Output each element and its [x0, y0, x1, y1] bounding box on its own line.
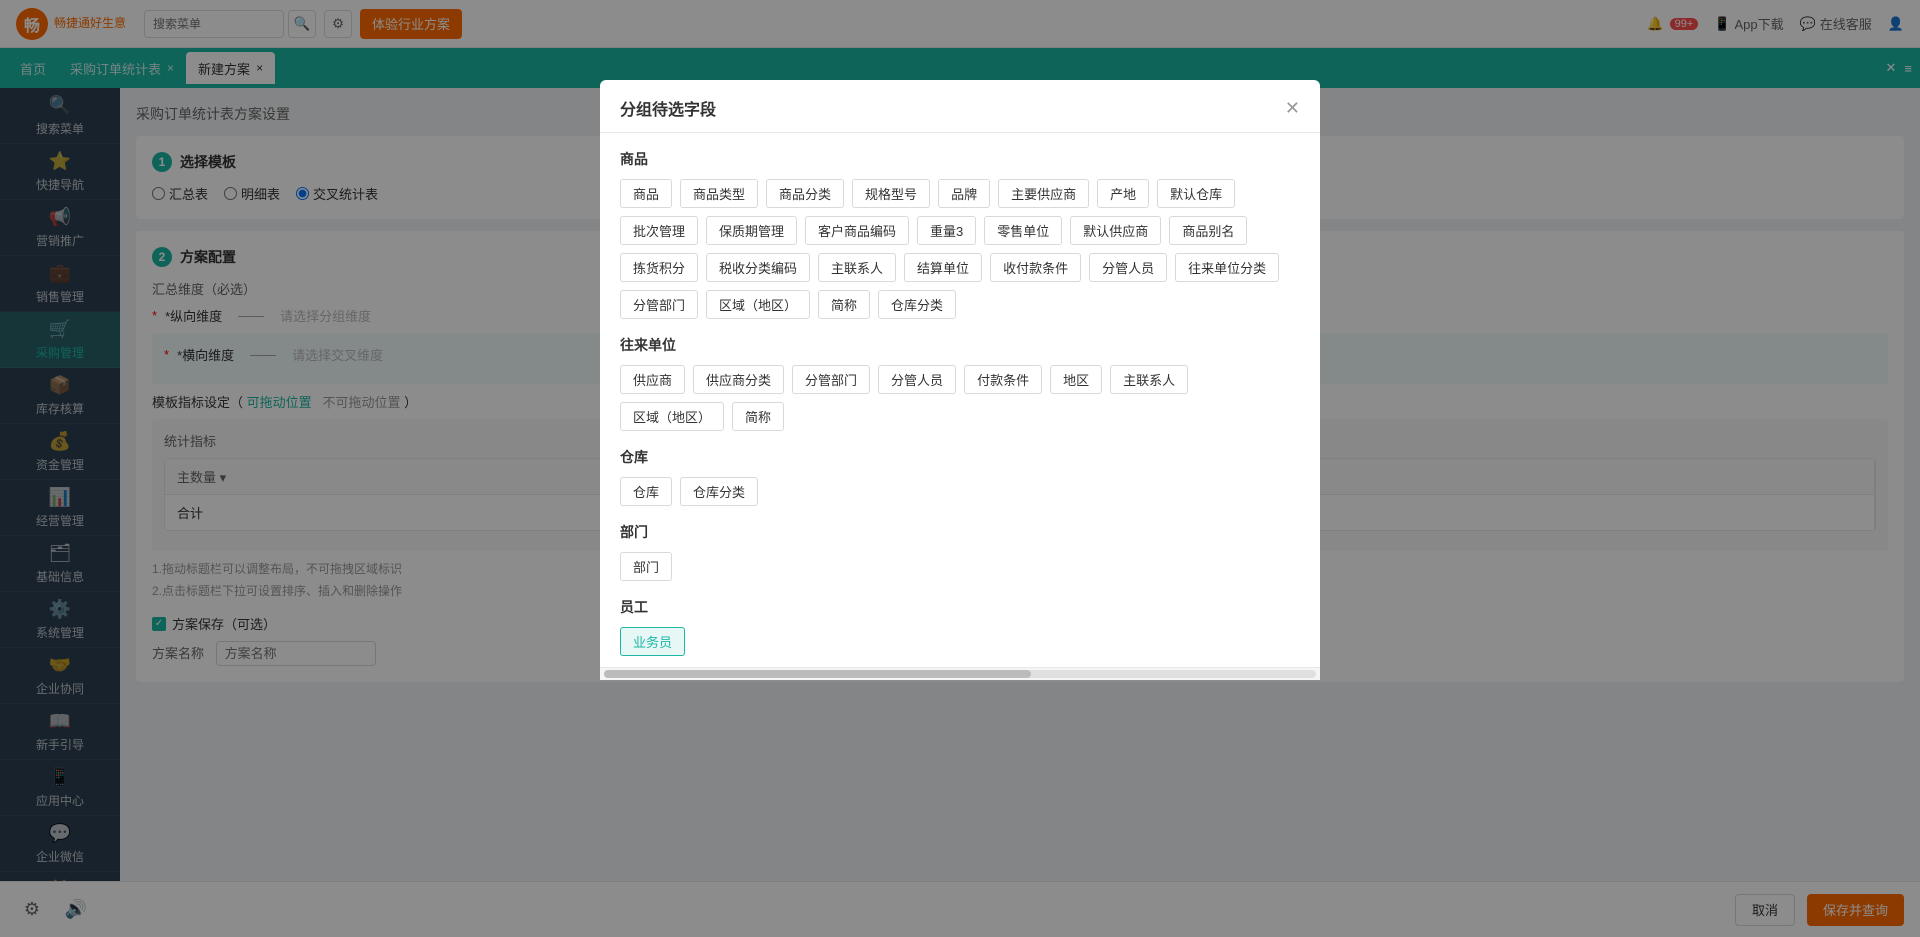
- modal: 分组待选字段 ✕ 商品 商品 商品类型 商品分类 规格型号 品牌 主要供应商 产…: [600, 80, 1320, 680]
- tag-goods-16[interactable]: 税收分类编码: [706, 253, 810, 282]
- section-title-partner: 往来单位: [620, 335, 1300, 355]
- tag-partner-5[interactable]: 地区: [1050, 365, 1102, 394]
- tag-goods-19[interactable]: 收付款条件: [990, 253, 1081, 282]
- tag-employee-0[interactable]: 业务员: [620, 627, 685, 656]
- modal-title: 分组待选字段: [620, 96, 716, 120]
- modal-header: 分组待选字段 ✕: [600, 80, 1320, 133]
- tag-goods-3[interactable]: 规格型号: [852, 179, 930, 208]
- tag-goods-1[interactable]: 商品类型: [680, 179, 758, 208]
- field-tags-goods: 商品 商品类型 商品分类 规格型号 品牌 主要供应商 产地 默认仓库 批次管理 …: [620, 179, 1300, 319]
- tag-goods-8[interactable]: 批次管理: [620, 216, 698, 245]
- tag-goods-12[interactable]: 零售单位: [984, 216, 1062, 245]
- tag-partner-1[interactable]: 供应商分类: [693, 365, 784, 394]
- tag-goods-22[interactable]: 分管部门: [620, 290, 698, 319]
- tag-goods-25[interactable]: 仓库分类: [878, 290, 956, 319]
- tag-partner-4[interactable]: 付款条件: [964, 365, 1042, 394]
- tag-warehouse-0[interactable]: 仓库: [620, 477, 672, 506]
- field-tags-partner: 供应商 供应商分类 分管部门 分管人员 付款条件 地区 主联系人 区域（地区） …: [620, 365, 1300, 431]
- section-title-warehouse: 仓库: [620, 447, 1300, 467]
- field-tags-department: 部门: [620, 552, 1300, 581]
- tag-goods-23[interactable]: 区域（地区）: [706, 290, 810, 319]
- section-title-goods: 商品: [620, 149, 1300, 169]
- tag-goods-18[interactable]: 结算单位: [904, 253, 982, 282]
- modal-body: 商品 商品 商品类型 商品分类 规格型号 品牌 主要供应商 产地 默认仓库 批次…: [600, 133, 1320, 667]
- tag-goods-24[interactable]: 简称: [818, 290, 870, 319]
- hscroll-thumb: [604, 670, 1031, 678]
- tag-partner-7[interactable]: 区域（地区）: [620, 402, 724, 431]
- tag-goods-7[interactable]: 默认仓库: [1157, 179, 1235, 208]
- tag-goods-15[interactable]: 拣货积分: [620, 253, 698, 282]
- modal-close-button[interactable]: ✕: [1285, 98, 1300, 119]
- tag-partner-2[interactable]: 分管部门: [792, 365, 870, 394]
- section-title-department: 部门: [620, 522, 1300, 542]
- tag-goods-20[interactable]: 分管人员: [1089, 253, 1167, 282]
- tag-goods-17[interactable]: 主联系人: [818, 253, 896, 282]
- tag-partner-6[interactable]: 主联系人: [1110, 365, 1188, 394]
- tag-goods-9[interactable]: 保质期管理: [706, 216, 797, 245]
- tag-goods-5[interactable]: 主要供应商: [998, 179, 1089, 208]
- tag-goods-4[interactable]: 品牌: [938, 179, 990, 208]
- tag-goods-6[interactable]: 产地: [1097, 179, 1149, 208]
- field-tags-employee: 业务员: [620, 627, 1300, 656]
- tag-goods-2[interactable]: 商品分类: [766, 179, 844, 208]
- tag-goods-0[interactable]: 商品: [620, 179, 672, 208]
- tag-goods-21[interactable]: 往来单位分类: [1175, 253, 1279, 282]
- section-title-employee: 员工: [620, 597, 1300, 617]
- tag-goods-14[interactable]: 商品别名: [1169, 216, 1247, 245]
- tag-warehouse-1[interactable]: 仓库分类: [680, 477, 758, 506]
- field-tags-warehouse: 仓库 仓库分类: [620, 477, 1300, 506]
- hscroll-track: [604, 670, 1316, 678]
- modal-overlay: 分组待选字段 ✕ 商品 商品 商品类型 商品分类 规格型号 品牌 主要供应商 产…: [0, 0, 1920, 937]
- modal-hscrollbar[interactable]: [600, 667, 1320, 680]
- tag-goods-13[interactable]: 默认供应商: [1070, 216, 1161, 245]
- tag-department-0[interactable]: 部门: [620, 552, 672, 581]
- tag-goods-10[interactable]: 客户商品编码: [805, 216, 909, 245]
- tag-partner-3[interactable]: 分管人员: [878, 365, 956, 394]
- tag-partner-0[interactable]: 供应商: [620, 365, 685, 394]
- tag-goods-11[interactable]: 重量3: [917, 216, 976, 245]
- tag-partner-8[interactable]: 简称: [732, 402, 784, 431]
